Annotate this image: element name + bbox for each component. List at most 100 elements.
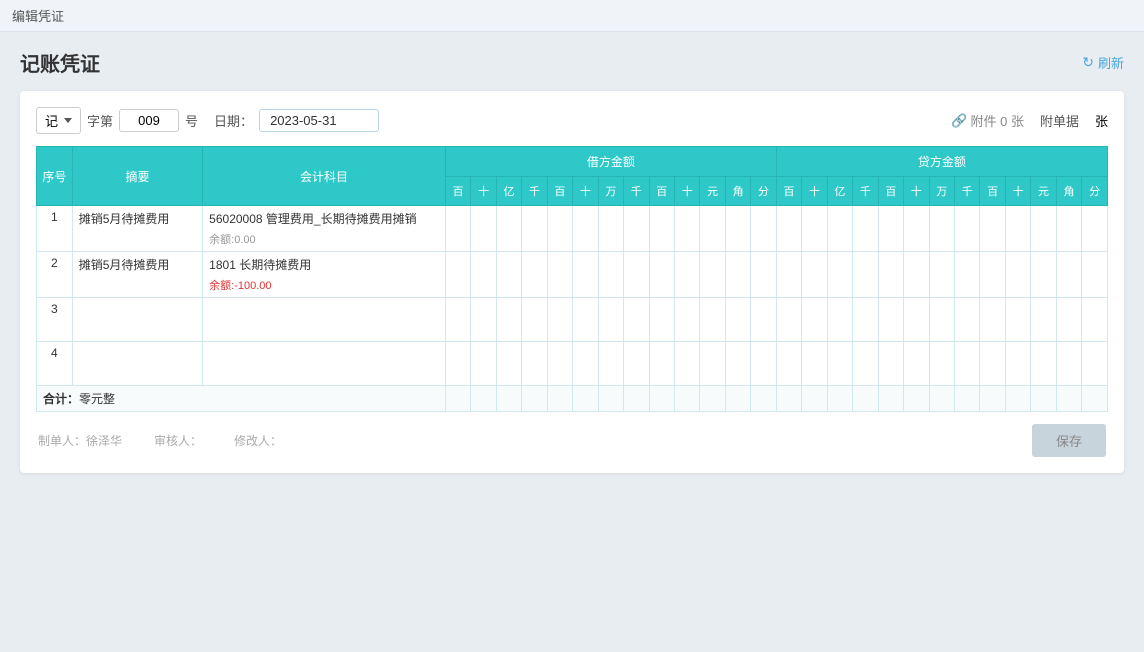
row-1-credit-0[interactable] <box>776 252 801 298</box>
row-2-debit-12[interactable] <box>751 298 776 342</box>
row-0-credit-9[interactable] <box>1005 206 1030 252</box>
row-1-credit-9[interactable] <box>1005 252 1030 298</box>
row-2-debit-6[interactable] <box>598 298 623 342</box>
row-summary-1[interactable]: 摊销5月待摊费用 <box>72 252 202 298</box>
row-3-credit-7[interactable] <box>954 342 979 386</box>
row-2-debit-8[interactable] <box>649 298 674 342</box>
row-0-debit-1[interactable] <box>471 206 496 252</box>
row-2-debit-11[interactable] <box>725 298 750 342</box>
row-2-credit-11[interactable] <box>1056 298 1081 342</box>
row-0-credit-2[interactable] <box>827 206 852 252</box>
row-1-debit-11[interactable] <box>725 252 750 298</box>
row-1-credit-5[interactable] <box>904 252 929 298</box>
row-0-credit-0[interactable] <box>776 206 801 252</box>
row-2-debit-0[interactable] <box>445 298 470 342</box>
row-3-debit-12[interactable] <box>751 342 776 386</box>
row-1-debit-1[interactable] <box>471 252 496 298</box>
row-2-debit-3[interactable] <box>522 298 547 342</box>
row-1-debit-5[interactable] <box>573 252 598 298</box>
row-1-debit-6[interactable] <box>598 252 623 298</box>
row-3-credit-11[interactable] <box>1056 342 1081 386</box>
row-1-credit-3[interactable] <box>853 252 878 298</box>
row-0-debit-4[interactable] <box>547 206 572 252</box>
row-1-debit-3[interactable] <box>522 252 547 298</box>
row-1-debit-7[interactable] <box>624 252 649 298</box>
row-0-credit-1[interactable] <box>802 206 827 252</box>
date-input[interactable] <box>259 109 379 132</box>
attach-single-button[interactable]: 附单据 <box>1040 111 1079 130</box>
row-2-credit-5[interactable] <box>904 298 929 342</box>
row-2-debit-7[interactable] <box>624 298 649 342</box>
row-1-credit-11[interactable] <box>1056 252 1081 298</box>
row-2-credit-12[interactable] <box>1082 298 1108 342</box>
row-3-debit-5[interactable] <box>573 342 598 386</box>
row-1-debit-8[interactable] <box>649 252 674 298</box>
row-0-debit-0[interactable] <box>445 206 470 252</box>
row-1-debit-0[interactable] <box>445 252 470 298</box>
row-2-credit-8[interactable] <box>980 298 1005 342</box>
row-3-credit-5[interactable] <box>904 342 929 386</box>
row-0-debit-11[interactable] <box>725 206 750 252</box>
row-3-credit-9[interactable] <box>1005 342 1030 386</box>
row-2-debit-9[interactable] <box>674 298 699 342</box>
row-1-credit-2[interactable] <box>827 252 852 298</box>
row-3-credit-2[interactable] <box>827 342 852 386</box>
attach-link[interactable]: 🔗 附件 0 张 <box>951 111 1024 130</box>
row-1-credit-10[interactable] <box>1031 252 1056 298</box>
row-3-debit-7[interactable] <box>624 342 649 386</box>
row-0-credit-7[interactable] <box>954 206 979 252</box>
row-1-credit-12[interactable] <box>1082 252 1108 298</box>
row-1-credit-8[interactable] <box>980 252 1005 298</box>
row-3-credit-8[interactable] <box>980 342 1005 386</box>
row-2-debit-2[interactable] <box>496 298 521 342</box>
row-1-credit-7[interactable] <box>954 252 979 298</box>
row-3-credit-4[interactable] <box>878 342 903 386</box>
row-0-credit-3[interactable] <box>853 206 878 252</box>
row-0-debit-9[interactable] <box>674 206 699 252</box>
row-3-debit-2[interactable] <box>496 342 521 386</box>
row-3-debit-3[interactable] <box>522 342 547 386</box>
row-0-debit-3[interactable] <box>522 206 547 252</box>
row-0-debit-2[interactable] <box>496 206 521 252</box>
row-1-debit-2[interactable] <box>496 252 521 298</box>
row-2-credit-10[interactable] <box>1031 298 1056 342</box>
row-0-debit-8[interactable] <box>649 206 674 252</box>
row-account-1[interactable]: 1801 长期待摊费用余额:-100.00 <box>203 252 446 298</box>
row-2-debit-10[interactable] <box>700 298 725 342</box>
row-0-credit-12[interactable] <box>1082 206 1108 252</box>
row-3-debit-11[interactable] <box>725 342 750 386</box>
row-0-credit-10[interactable] <box>1031 206 1056 252</box>
row-3-credit-10[interactable] <box>1031 342 1056 386</box>
row-0-credit-4[interactable] <box>878 206 903 252</box>
row-0-credit-6[interactable] <box>929 206 954 252</box>
row-1-credit-1[interactable] <box>802 252 827 298</box>
row-2-credit-7[interactable] <box>954 298 979 342</box>
row-0-debit-5[interactable] <box>573 206 598 252</box>
row-3-debit-4[interactable] <box>547 342 572 386</box>
row-3-credit-3[interactable] <box>853 342 878 386</box>
row-3-credit-0[interactable] <box>776 342 801 386</box>
row-0-debit-7[interactable] <box>624 206 649 252</box>
row-0-debit-12[interactable] <box>751 206 776 252</box>
row-2-debit-1[interactable] <box>471 298 496 342</box>
row-summary-3[interactable] <box>72 342 202 386</box>
voucher-number-input[interactable] <box>119 109 179 132</box>
row-1-debit-10[interactable] <box>700 252 725 298</box>
row-2-debit-5[interactable] <box>573 298 598 342</box>
row-3-debit-8[interactable] <box>649 342 674 386</box>
row-0-debit-6[interactable] <box>598 206 623 252</box>
row-3-credit-12[interactable] <box>1082 342 1108 386</box>
row-3-debit-10[interactable] <box>700 342 725 386</box>
row-1-debit-9[interactable] <box>674 252 699 298</box>
row-2-credit-4[interactable] <box>878 298 903 342</box>
row-3-credit-6[interactable] <box>929 342 954 386</box>
row-summary-2[interactable] <box>72 298 202 342</box>
row-3-debit-9[interactable] <box>674 342 699 386</box>
row-0-credit-11[interactable] <box>1056 206 1081 252</box>
row-1-debit-4[interactable] <box>547 252 572 298</box>
row-account-0[interactable]: 56020008 管理费用_长期待摊费用摊销余额:0.00 <box>203 206 446 252</box>
row-2-debit-4[interactable] <box>547 298 572 342</box>
row-0-debit-10[interactable] <box>700 206 725 252</box>
row-0-credit-8[interactable] <box>980 206 1005 252</box>
row-3-debit-6[interactable] <box>598 342 623 386</box>
